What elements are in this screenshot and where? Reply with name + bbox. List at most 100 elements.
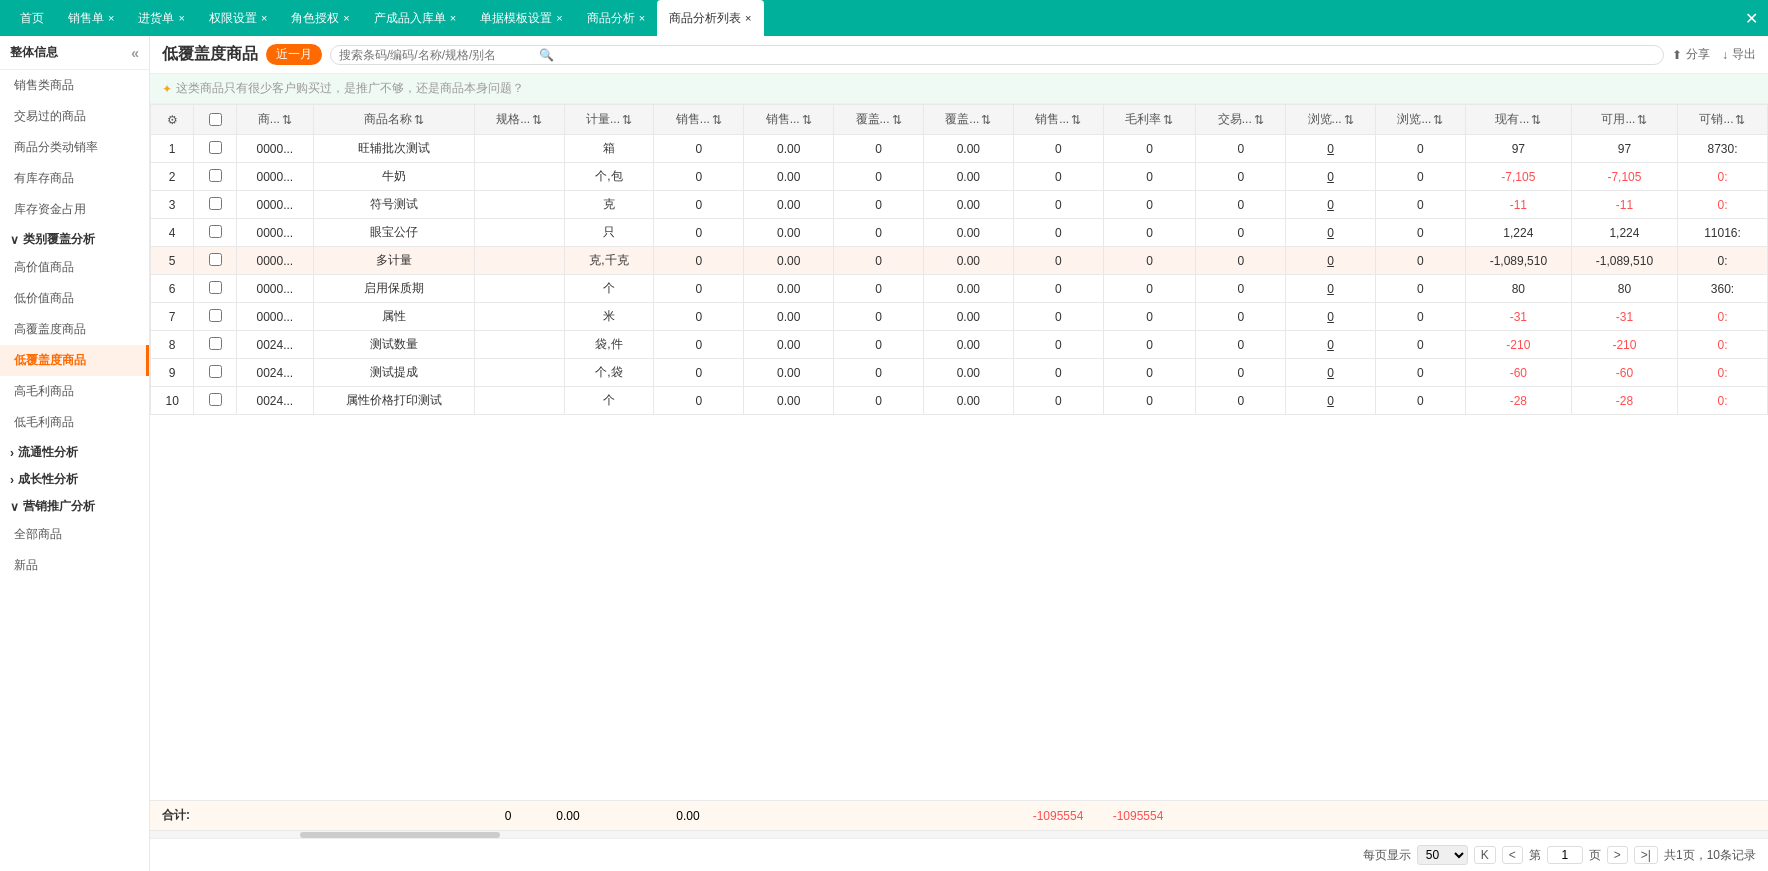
tab-template[interactable]: 单据模板设置 × — [468, 0, 574, 36]
row-checkbox-input[interactable] — [209, 197, 222, 210]
table-row[interactable]: 4 0000... 眼宝公仔 只 0 0.00 0 0.00 0 0 0 0 0… — [151, 219, 1768, 247]
col-browse1[interactable]: 浏览... ⇅ — [1286, 105, 1376, 135]
sidebar-item-high-value[interactable]: 高价值商品 — [0, 252, 149, 283]
close-icon[interactable]: × — [450, 12, 456, 24]
row-checkbox-input[interactable] — [209, 337, 222, 350]
tab-analysis-list[interactable]: 商品分析列表 × — [657, 0, 763, 36]
table-row[interactable]: 2 0000... 牛奶 个,包 0 0.00 0 0.00 0 0 0 0 0… — [151, 163, 1768, 191]
close-window-icon[interactable]: ✕ — [1745, 9, 1758, 28]
collapse-icon[interactable]: « — [131, 45, 139, 61]
sidebar-group-growth[interactable]: › 成长性分析 — [0, 465, 149, 492]
sidebar-item-low-margin[interactable]: 低毛利商品 — [0, 407, 149, 438]
col-sale-other[interactable]: 销售... ⇅ — [1013, 105, 1103, 135]
row-browse1[interactable]: 0 — [1286, 331, 1376, 359]
row-checkbox[interactable] — [194, 135, 237, 163]
close-icon[interactable]: × — [639, 12, 645, 24]
close-icon[interactable]: × — [745, 12, 751, 24]
sidebar-item-in-stock[interactable]: 有库存商品 — [0, 163, 149, 194]
table-row[interactable]: 3 0000... 符号测试 克 0 0.00 0 0.00 0 0 0 0 0… — [151, 191, 1768, 219]
col-saleable[interactable]: 可销... ⇅ — [1677, 105, 1767, 135]
col-gross-margin[interactable]: 毛利率 ⇅ — [1103, 105, 1196, 135]
sidebar-item-inventory-capital[interactable]: 库存资金占用 — [0, 194, 149, 225]
row-browse1[interactable]: 0 — [1286, 219, 1376, 247]
col-sale-qty[interactable]: 销售... ⇅ — [654, 105, 744, 135]
sidebar-group-circulation[interactable]: › 流通性分析 — [0, 438, 149, 465]
col-name[interactable]: 商品名称 ⇅ — [313, 105, 474, 135]
col-browse2[interactable]: 浏览... ⇅ — [1376, 105, 1466, 135]
col-cover2[interactable]: 覆盖... ⇅ — [923, 105, 1013, 135]
sidebar-item-high-margin[interactable]: 高毛利商品 — [0, 376, 149, 407]
export-button[interactable]: ↓ 导出 — [1722, 46, 1756, 63]
close-icon[interactable]: × — [108, 12, 114, 24]
sidebar-item-new-goods[interactable]: 新品 — [0, 550, 149, 581]
row-browse1[interactable]: 0 — [1286, 387, 1376, 415]
row-checkbox-input[interactable] — [209, 169, 222, 182]
close-icon[interactable]: × — [178, 12, 184, 24]
col-available[interactable]: 可用... ⇅ — [1571, 105, 1677, 135]
row-checkbox-input[interactable] — [209, 393, 222, 406]
row-browse1[interactable]: 0 — [1286, 275, 1376, 303]
col-code[interactable]: 商... ⇅ — [237, 105, 314, 135]
row-checkbox[interactable] — [194, 331, 237, 359]
sidebar-item-sales-goods[interactable]: 销售类商品 — [0, 70, 149, 101]
row-checkbox[interactable] — [194, 191, 237, 219]
row-checkbox-input[interactable] — [209, 281, 222, 294]
select-all-checkbox[interactable] — [209, 113, 222, 126]
tab-sales[interactable]: 销售单 × — [56, 0, 126, 36]
close-icon[interactable]: × — [343, 12, 349, 24]
share-button[interactable]: ⬆ 分享 — [1672, 46, 1710, 63]
col-settings[interactable]: ⚙ — [151, 105, 194, 135]
prev-page-button[interactable]: < — [1502, 846, 1523, 864]
row-checkbox-input[interactable] — [209, 141, 222, 154]
page-input[interactable] — [1547, 846, 1583, 864]
col-spec[interactable]: 规格... ⇅ — [474, 105, 564, 135]
row-browse1[interactable]: 0 — [1286, 247, 1376, 275]
tab-purchase[interactable]: 进货单 × — [126, 0, 196, 36]
table-row[interactable]: 10 0024... 属性价格打印测试 个 0 0.00 0 0.00 0 0 … — [151, 387, 1768, 415]
table-row[interactable]: 7 0000... 属性 米 0 0.00 0 0.00 0 0 0 0 0 -… — [151, 303, 1768, 331]
table-row[interactable]: 8 0024... 测试数量 袋,件 0 0.00 0 0.00 0 0 0 0… — [151, 331, 1768, 359]
row-checkbox-input[interactable] — [209, 253, 222, 266]
row-checkbox[interactable] — [194, 387, 237, 415]
search-icon[interactable]: 🔍 — [539, 48, 554, 62]
row-checkbox[interactable] — [194, 303, 237, 331]
col-unit[interactable]: 计量... ⇅ — [564, 105, 654, 135]
table-row[interactable]: 1 0000... 旺辅批次测试 箱 0 0.00 0 0.00 0 0 0 0… — [151, 135, 1768, 163]
next-page-button[interactable]: > — [1607, 846, 1628, 864]
sidebar-item-traded-goods[interactable]: 交易过的商品 — [0, 101, 149, 132]
row-checkbox-input[interactable] — [209, 225, 222, 238]
col-sale-amount[interactable]: 销售... ⇅ — [744, 105, 834, 135]
tab-production[interactable]: 产成品入库单 × — [362, 0, 468, 36]
tab-analysis[interactable]: 商品分析 × — [575, 0, 657, 36]
time-filter-button[interactable]: 近一月 — [266, 44, 322, 65]
table-row[interactable]: 9 0024... 测试提成 个,袋 0 0.00 0 0.00 0 0 0 0… — [151, 359, 1768, 387]
row-checkbox-input[interactable] — [209, 365, 222, 378]
tab-permissions[interactable]: 权限设置 × — [197, 0, 279, 36]
table-row[interactable]: 6 0000... 启用保质期 个 0 0.00 0 0.00 0 0 0 0 … — [151, 275, 1768, 303]
sidebar-item-high-coverage[interactable]: 高覆盖度商品 — [0, 314, 149, 345]
sidebar-item-category-sale-rate[interactable]: 商品分类动销率 — [0, 132, 149, 163]
row-browse1[interactable]: 0 — [1286, 135, 1376, 163]
table-row[interactable]: 5 0000... 多计量 克,千克 0 0.00 0 0.00 0 0 0 0… — [151, 247, 1768, 275]
first-page-button[interactable]: K — [1474, 846, 1496, 864]
row-checkbox[interactable] — [194, 163, 237, 191]
row-browse1[interactable]: 0 — [1286, 163, 1376, 191]
search-input[interactable] — [339, 48, 539, 62]
sidebar-item-all-goods[interactable]: 全部商品 — [0, 519, 149, 550]
sidebar-group-marketing[interactable]: ∨ 营销推广分析 — [0, 492, 149, 519]
row-browse1[interactable]: 0 — [1286, 191, 1376, 219]
close-icon[interactable]: × — [261, 12, 267, 24]
row-browse1[interactable]: 0 — [1286, 303, 1376, 331]
row-checkbox[interactable] — [194, 247, 237, 275]
col-checkbox[interactable] — [194, 105, 237, 135]
per-page-select[interactable]: 20 50 100 — [1417, 845, 1468, 865]
last-page-button[interactable]: >| — [1634, 846, 1658, 864]
sidebar-item-low-value[interactable]: 低价值商品 — [0, 283, 149, 314]
tab-home[interactable]: 首页 — [8, 0, 56, 36]
col-trade[interactable]: 交易... ⇅ — [1196, 105, 1286, 135]
row-browse1[interactable]: 0 — [1286, 359, 1376, 387]
close-icon[interactable]: × — [556, 12, 562, 24]
sidebar-item-low-coverage[interactable]: 低覆盖度商品 — [0, 345, 149, 376]
row-checkbox[interactable] — [194, 359, 237, 387]
col-current[interactable]: 现有... ⇅ — [1465, 105, 1571, 135]
